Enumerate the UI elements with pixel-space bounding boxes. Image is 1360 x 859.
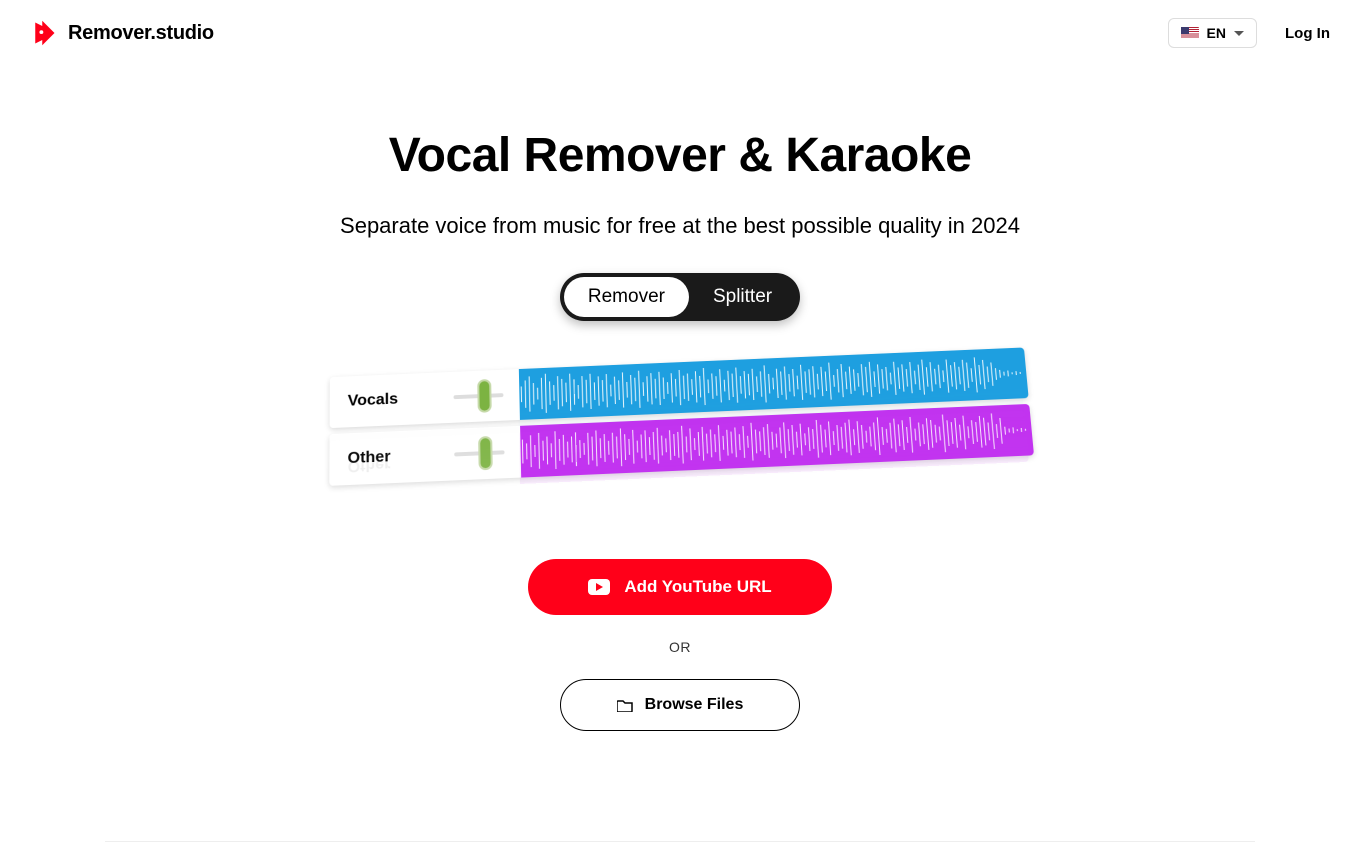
tracks-illustration: Vocals Other bbox=[330, 361, 1030, 541]
section-divider bbox=[105, 841, 1255, 842]
page-title: Vocal Remover & Karaoke bbox=[389, 128, 972, 183]
language-code: EN bbox=[1207, 25, 1226, 41]
mode-toggle: Remover Splitter bbox=[560, 273, 800, 321]
header-right: EN Log In bbox=[1168, 18, 1330, 48]
header: Remover.studio EN Log In bbox=[0, 0, 1360, 66]
main-content: Vocal Remover & Karaoke Separate voice f… bbox=[0, 66, 1360, 842]
browse-files-button[interactable]: Browse Files bbox=[560, 679, 801, 731]
tab-splitter[interactable]: Splitter bbox=[689, 277, 796, 317]
logo[interactable]: Remover.studio bbox=[30, 19, 214, 47]
youtube-icon bbox=[588, 579, 610, 595]
add-youtube-label: Add YouTube URL bbox=[624, 577, 771, 597]
language-selector[interactable]: EN bbox=[1168, 18, 1257, 48]
folder-icon bbox=[617, 699, 633, 712]
add-youtube-button[interactable]: Add YouTube URL bbox=[528, 559, 831, 615]
us-flag-icon bbox=[1181, 27, 1199, 39]
brand-name: Remover.studio bbox=[68, 22, 214, 45]
logo-icon bbox=[30, 19, 58, 47]
tab-remover[interactable]: Remover bbox=[564, 277, 689, 317]
page-subtitle: Separate voice from music for free at th… bbox=[340, 213, 1020, 239]
browse-files-label: Browse Files bbox=[645, 696, 744, 714]
chevron-down-icon bbox=[1234, 31, 1244, 36]
or-separator: OR bbox=[669, 639, 691, 655]
login-link[interactable]: Log In bbox=[1285, 25, 1330, 42]
